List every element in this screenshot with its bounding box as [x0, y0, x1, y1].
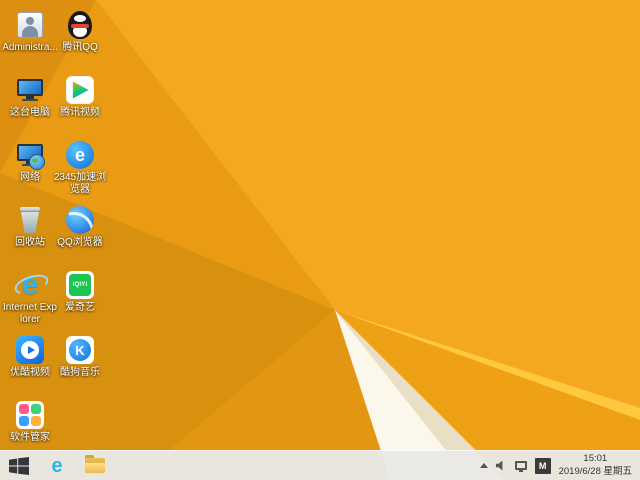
icon-label: Internet Explorer	[3, 302, 57, 325]
network-icon	[14, 139, 46, 171]
clock-time: 15:01	[583, 453, 608, 465]
desktop-icon-tencent-qq[interactable]: 腾讯QQ	[52, 6, 108, 71]
start-button[interactable]	[0, 451, 38, 480]
desktop-icon-column-1: Administra... 这台电脑 网络 回收站 e Internet Exp…	[2, 6, 58, 461]
icon-label: 腾讯视频	[60, 107, 100, 118]
desktop-icon-administrator[interactable]: Administra...	[2, 6, 58, 71]
icon-label: 网络	[20, 172, 40, 183]
qq-browser-icon	[64, 204, 96, 236]
windows-logo-icon	[9, 456, 29, 475]
desktop-icon-internet-explorer[interactable]: e Internet Explorer	[2, 266, 58, 331]
internet-explorer-icon: e	[51, 454, 63, 477]
icon-label: 爱奇艺	[65, 302, 95, 313]
desktop-icon-2345-browser[interactable]: e 2345加速浏览器	[52, 136, 108, 201]
desktop: Administra... 这台电脑 网络 回收站 e Internet Exp…	[0, 0, 640, 480]
icon-label: 这台电脑	[10, 107, 50, 118]
icon-label: 回收站	[15, 237, 45, 248]
desktop-icon-column-2: 腾讯QQ 腾讯视频 e 2345加速浏览器 QQ浏览器 iQIYI 爱奇艺 K …	[52, 6, 108, 396]
taskbar-internet-explorer-button[interactable]: e	[38, 451, 76, 480]
icon-label: QQ浏览器	[57, 237, 103, 248]
software-manager-icon	[14, 399, 46, 431]
desktop-icon-network[interactable]: 网络	[2, 136, 58, 201]
browser-2345-icon: e	[64, 139, 96, 171]
folder-icon	[85, 455, 105, 473]
taskbar-clock[interactable]: 15:01 2019/6/28 星期五	[559, 453, 632, 478]
system-tray: M 15:01 2019/6/28 星期五	[479, 451, 640, 480]
icon-label: 软件管家	[10, 432, 50, 443]
desktop-icon-recycle-bin[interactable]: 回收站	[2, 201, 58, 266]
desktop-icon-kugou-music[interactable]: K 酷狗音乐	[52, 331, 108, 396]
recycle-bin-icon	[14, 204, 46, 236]
desktop-icon-this-pc[interactable]: 这台电脑	[2, 71, 58, 136]
desktop-icon-youku-video[interactable]: 优酷视频	[2, 331, 58, 396]
tencent-video-icon	[64, 74, 96, 106]
icon-label: 2345加速浏览器	[53, 172, 107, 195]
computer-icon	[14, 74, 46, 106]
volume-icon[interactable]	[495, 460, 503, 471]
video-player-icon	[14, 334, 46, 366]
qq-penguin-icon	[64, 9, 96, 41]
user-account-icon	[14, 9, 46, 41]
input-method-indicator[interactable]: M	[534, 457, 551, 474]
icon-label: 腾讯QQ	[62, 42, 98, 53]
desktop-icon-qq-browser[interactable]: QQ浏览器	[52, 201, 108, 266]
desktop-icon-iqiyi[interactable]: iQIYI 爱奇艺	[52, 266, 108, 331]
icon-label: Administra...	[2, 42, 58, 53]
kugou-music-icon: K	[64, 334, 96, 366]
icon-label: 优酷视频	[10, 367, 50, 378]
desktop-icon-tencent-video[interactable]: 腾讯视频	[52, 71, 108, 136]
show-hidden-icons-icon[interactable]	[479, 463, 488, 468]
network-status-icon[interactable]	[514, 461, 527, 472]
clock-date: 2019/6/28 星期五	[558, 465, 632, 477]
icon-label: 酷狗音乐	[60, 367, 100, 378]
internet-explorer-icon: e	[12, 269, 51, 301]
taskbar: e M 15:01 2019/6/28 星期五	[0, 450, 640, 480]
iqiyi-icon: iQIYI	[64, 269, 96, 301]
taskbar-file-explorer-button[interactable]	[76, 451, 114, 480]
